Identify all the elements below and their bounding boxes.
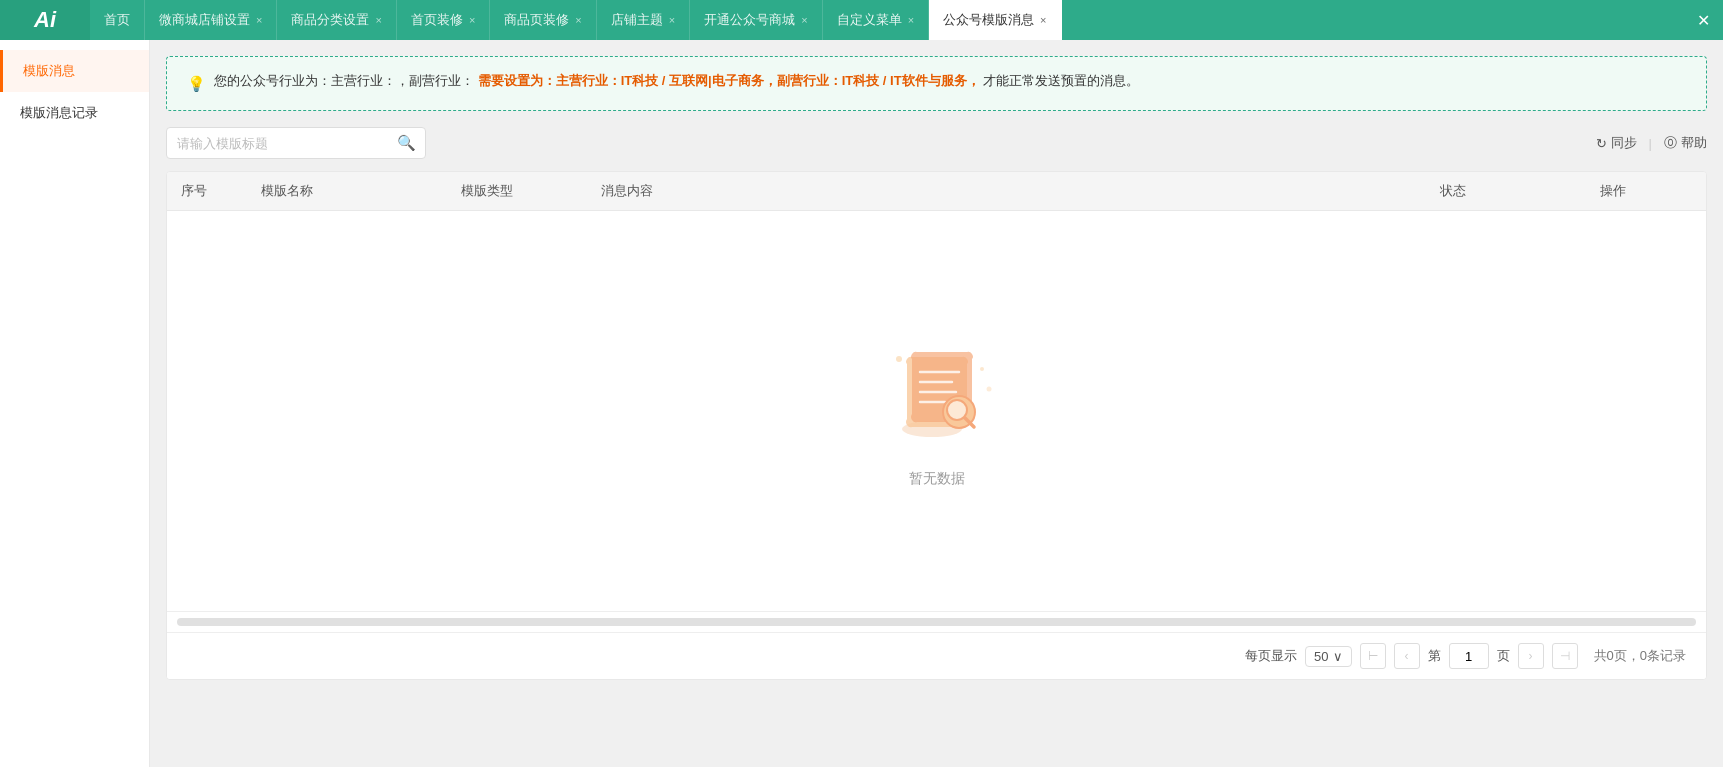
tab-item-7[interactable]: 自定义菜单 ×	[823, 0, 929, 40]
main-layout: 模版消息模版消息记录 💡 您的公众号行业为：主营行业：，副营行业： 需要设置为：…	[0, 40, 1723, 767]
page-size-select[interactable]: 50 ∨	[1305, 646, 1351, 667]
search-input-wrap: 🔍	[166, 127, 426, 159]
first-page-button[interactable]: ⊢	[1360, 643, 1386, 669]
app-logo: Ai	[0, 0, 90, 40]
sidebar: 模版消息模版消息记录	[0, 40, 150, 767]
tab-item-3[interactable]: 首页装修 ×	[397, 0, 490, 40]
tab-close-icon[interactable]: ×	[669, 14, 675, 26]
info-banner: 💡 您的公众号行业为：主营行业：，副营行业： 需要设置为：主营行业：IT科技 /…	[166, 56, 1707, 111]
bulb-icon: 💡	[187, 72, 206, 96]
help-icon: ⓪	[1664, 134, 1677, 152]
page-number-input[interactable]	[1449, 643, 1489, 669]
last-page-button[interactable]: ⊣	[1552, 643, 1578, 669]
sidebar-item-1[interactable]: 模版消息记录	[0, 92, 149, 134]
page-word: 第	[1428, 647, 1441, 665]
tab-label: 首页装修	[411, 11, 463, 29]
divider: |	[1649, 136, 1652, 151]
table-body: 暂无数据	[167, 211, 1706, 611]
prev-page-button[interactable]: ‹	[1394, 643, 1420, 669]
sync-label: 同步	[1611, 134, 1637, 152]
page-size-value: 50	[1314, 649, 1328, 664]
page-size-arrow: ∨	[1333, 649, 1343, 664]
page-unit: 页	[1497, 647, 1510, 665]
tab-label: 微商城店铺设置	[159, 11, 250, 29]
tab-close-icon[interactable]: ×	[256, 14, 262, 26]
page-size-label: 每页显示	[1245, 647, 1297, 665]
scrollbar-track[interactable]	[177, 618, 1696, 626]
tab-label: 商品分类设置	[291, 11, 369, 29]
tab-label: 开通公众号商城	[704, 11, 795, 29]
next-page-button[interactable]: ›	[1518, 643, 1544, 669]
tab-close-icon[interactable]: ×	[575, 14, 581, 26]
tab-close-icon[interactable]: ×	[1040, 14, 1046, 26]
table-header-name: 模版名称	[247, 172, 447, 210]
sync-icon: ↻	[1596, 136, 1607, 151]
tab-close-icon[interactable]: ×	[375, 14, 381, 26]
info-banner-text: 您的公众号行业为：主营行业：，副营行业： 需要设置为：主营行业：IT科技 / 互…	[214, 71, 1139, 92]
sync-button[interactable]: ↻ 同步	[1596, 134, 1637, 152]
tab-item-5[interactable]: 店铺主题 ×	[597, 0, 690, 40]
svg-point-11	[986, 387, 991, 392]
search-icon[interactable]: 🔍	[397, 134, 416, 152]
svg-point-9	[896, 356, 902, 362]
tab-label: 商品页装修	[504, 11, 569, 29]
table-header-action: 操作	[1586, 172, 1706, 210]
tab-item-4[interactable]: 商品页装修 ×	[490, 0, 596, 40]
search-bar: 🔍 ↻ 同步 | ⓪ 帮助	[166, 127, 1707, 159]
svg-point-10	[980, 367, 984, 371]
help-label: 帮助	[1681, 134, 1707, 152]
pagination: 每页显示 50 ∨ ⊢ ‹ 第 页 › ⊣ 共0页，0条记录	[167, 632, 1706, 679]
table-header-status: 状态	[1426, 172, 1586, 210]
tab-label: 公众号模版消息	[943, 11, 1034, 29]
table-header-content: 消息内容	[587, 172, 1426, 210]
search-input[interactable]	[166, 127, 426, 159]
top-navigation: Ai 首页微商城店铺设置×商品分类设置×首页装修×商品页装修×店铺主题×开通公众…	[0, 0, 1723, 40]
table-header: 序号模版名称模版类型消息内容状态操作	[167, 172, 1706, 211]
sidebar-item-0[interactable]: 模版消息	[0, 50, 149, 92]
tab-item-8[interactable]: 公众号模版消息 ×	[929, 0, 1061, 40]
total-info: 共0页，0条记录	[1594, 647, 1686, 665]
tab-label: 店铺主题	[611, 11, 663, 29]
table-header-index: 序号	[167, 172, 247, 210]
tab-close-icon[interactable]: ×	[801, 14, 807, 26]
toolbar-right: ↻ 同步 | ⓪ 帮助	[1596, 134, 1707, 152]
empty-illustration	[877, 334, 997, 454]
help-button[interactable]: ⓪ 帮助	[1664, 134, 1707, 152]
tab-list: 首页微商城店铺设置×商品分类设置×首页装修×商品页装修×店铺主题×开通公众号商城…	[90, 0, 1683, 40]
data-table: 序号模版名称模版类型消息内容状态操作	[166, 171, 1707, 680]
tab-item-6[interactable]: 开通公众号商城 ×	[690, 0, 822, 40]
scrollbar-area	[167, 611, 1706, 632]
tab-item-2[interactable]: 商品分类设置 ×	[277, 0, 396, 40]
tab-close-icon[interactable]: ×	[908, 14, 914, 26]
tab-label: 首页	[104, 11, 130, 29]
tab-item-1[interactable]: 微商城店铺设置 ×	[145, 0, 277, 40]
content-area: 💡 您的公众号行业为：主营行业：，副营行业： 需要设置为：主营行业：IT科技 /…	[150, 40, 1723, 767]
global-close-button[interactable]: ✕	[1683, 0, 1723, 40]
tab-item-0[interactable]: 首页	[90, 0, 145, 40]
tab-close-icon[interactable]: ×	[469, 14, 475, 26]
tab-label: 自定义菜单	[837, 11, 902, 29]
empty-text: 暂无数据	[909, 470, 965, 488]
table-header-type: 模版类型	[447, 172, 587, 210]
info-banner-highlight: 需要设置为：主营行业：IT科技 / 互联网|电子商务，副营行业：IT科技 / I…	[478, 73, 980, 88]
